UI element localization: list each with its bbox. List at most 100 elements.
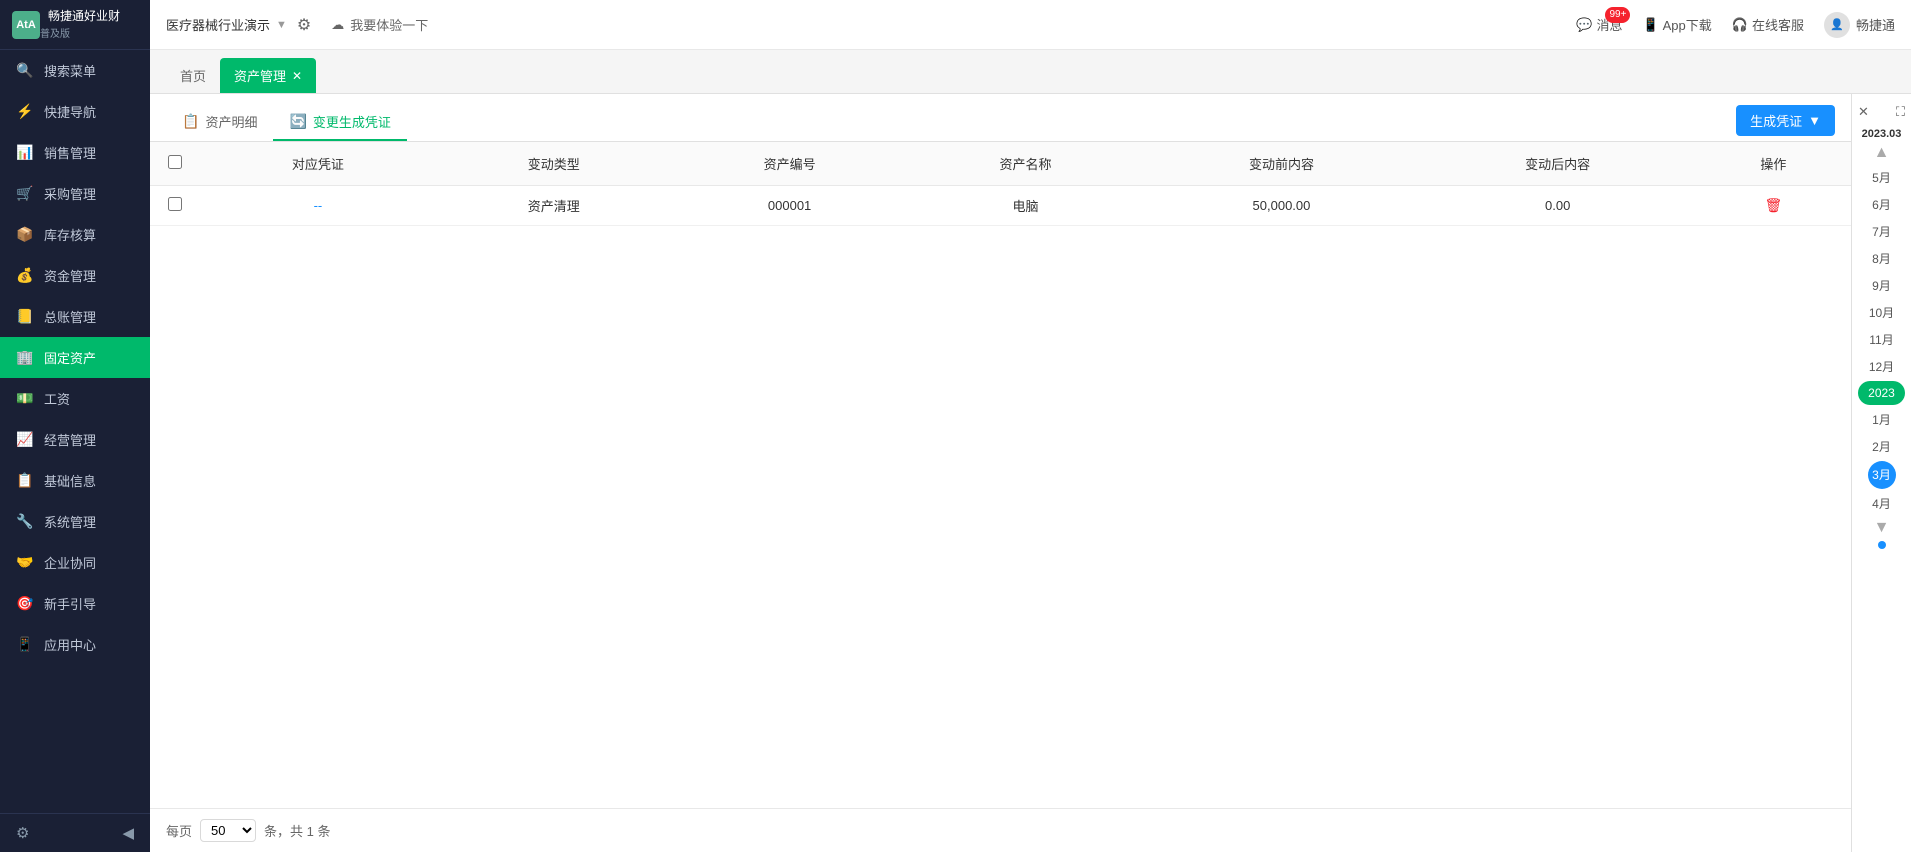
- customer-service-label: 在线客服: [1752, 15, 1804, 34]
- year-2023[interactable]: 2023: [1858, 381, 1905, 405]
- sidebar-label-operations: 经营管理: [44, 430, 96, 449]
- quick-nav-icon: ⚡: [16, 103, 34, 121]
- generate-voucher-button[interactable]: 生成凭证 ▼: [1736, 105, 1835, 136]
- scroll-up-arrow[interactable]: ▲: [1874, 142, 1890, 164]
- sidebar-label-inventory: 库存核算: [44, 225, 96, 244]
- user-menu[interactable]: 👤 畅捷通: [1824, 12, 1895, 38]
- month-4[interactable]: 4月: [1852, 490, 1911, 517]
- sidebar-logo: AtA 畅捷通好业财 普及版: [0, 0, 150, 50]
- sidebar-label-salary: 工资: [44, 389, 70, 408]
- data-table: 对应凭证 变动类型 资产编号 资产名称 变动前内容 变动后内容 操作: [150, 142, 1851, 226]
- fixed-assets-icon: 🏢: [16, 349, 34, 367]
- salary-icon: 💵: [16, 390, 34, 408]
- topbar-gear-icon[interactable]: ⚙: [297, 15, 311, 35]
- logo-icon: AtA: [12, 11, 40, 39]
- tab-home[interactable]: 首页: [166, 58, 220, 93]
- scroll-down-arrow[interactable]: ▼: [1874, 517, 1890, 539]
- sidebar-label-guide: 新手引导: [44, 594, 96, 613]
- sidebar-item-app-center[interactable]: 📱 应用中心: [0, 624, 150, 665]
- company-selector[interactable]: 医疗器械行业演示 ▼: [166, 15, 287, 34]
- sales-icon: 📊: [16, 144, 34, 162]
- sidebar-item-enterprise[interactable]: 🤝 企业协同: [0, 542, 150, 583]
- experience-cloud-icon: ☁: [331, 17, 344, 33]
- sidebar-item-basic-info[interactable]: 📋 基础信息: [0, 460, 150, 501]
- month-2[interactable]: 2月: [1852, 433, 1911, 460]
- tab-home-label: 首页: [180, 69, 206, 84]
- tabbar: 首页 资产管理 ✕: [150, 50, 1911, 94]
- sidebar-label-fixed-assets: 固定资产: [44, 348, 96, 367]
- main-content: 医疗器械行业演示 ▼ ⚙ ☁ 我要体验一下 💬 消息 99+ 📱 App下载 🎧…: [150, 0, 1911, 852]
- month-10[interactable]: 10月: [1852, 299, 1911, 326]
- year-month-label: 2023.03: [1852, 126, 1911, 142]
- customer-service-button[interactable]: 🎧 在线客服: [1732, 15, 1804, 34]
- sidebar-label-ledger: 总账管理: [44, 307, 96, 326]
- sidebar-item-salary[interactable]: 💵 工资: [0, 378, 150, 419]
- sidebar-item-search[interactable]: 🔍 搜索菜单: [0, 50, 150, 91]
- col-change-type: 变动类型: [436, 142, 672, 186]
- row-voucher[interactable]: --: [200, 186, 436, 226]
- experience-button[interactable]: ☁ 我要体验一下: [331, 15, 428, 34]
- purchase-icon: 🛒: [16, 185, 34, 203]
- month-11[interactable]: 11月: [1852, 326, 1911, 353]
- sidebar: AtA 畅捷通好业财 普及版 🔍 搜索菜单 ⚡ 快捷导航 📊 销售管理 🛒 采购…: [0, 0, 150, 852]
- sidebar-item-guide[interactable]: 🎯 新手引导: [0, 583, 150, 624]
- month-6[interactable]: 6月: [1852, 191, 1911, 218]
- app-download-icon: 📱: [1642, 17, 1658, 33]
- sidebar-item-funds[interactable]: 💰 资金管理: [0, 255, 150, 296]
- search-icon: 🔍: [16, 62, 34, 80]
- month-1[interactable]: 1月: [1852, 406, 1911, 433]
- sidebar-item-fixed-assets[interactable]: 🏢 固定资产: [0, 337, 150, 378]
- per-page-select[interactable]: 50 10 20 100: [200, 819, 256, 842]
- select-all-checkbox[interactable]: [168, 155, 182, 169]
- pagination: 每页 50 10 20 100 条，共 1 条: [150, 808, 1851, 852]
- col-voucher: 对应凭证: [200, 142, 436, 186]
- sidebar-item-inventory[interactable]: 📦 库存核算: [0, 214, 150, 255]
- logo-text-container: 畅捷通好业财 普及版: [40, 9, 120, 40]
- month-12[interactable]: 12月: [1852, 353, 1911, 380]
- sidebar-label-search: 搜索菜单: [44, 61, 96, 80]
- pagination-total: 条，共 1 条: [264, 821, 330, 840]
- tab-close-icon[interactable]: ✕: [292, 69, 302, 83]
- tab-asset-mgmt[interactable]: 资产管理 ✕: [220, 58, 316, 93]
- sidebar-label-basic-info: 基础信息: [44, 471, 96, 490]
- delete-icon[interactable]: 🗑: [1764, 197, 1782, 213]
- sidebar-label-funds: 资金管理: [44, 266, 96, 285]
- month-9[interactable]: 9月: [1852, 272, 1911, 299]
- panel-expand-icon[interactable]: ⛶: [1896, 104, 1905, 120]
- row-operation: 🗑: [1696, 186, 1851, 226]
- company-dropdown-arrow: ▼: [276, 19, 287, 31]
- notification-button[interactable]: 💬 消息 99+: [1576, 15, 1622, 34]
- sidebar-label-quick-nav: 快捷导航: [44, 102, 96, 121]
- panel-close-icon[interactable]: ✕: [1858, 104, 1869, 120]
- sidebar-item-system[interactable]: 🔧 系统管理: [0, 501, 150, 542]
- enterprise-icon: 🤝: [16, 554, 34, 572]
- app-download-button[interactable]: 📱 App下载: [1642, 15, 1711, 34]
- month-5[interactable]: 5月: [1852, 164, 1911, 191]
- col-operation: 操作: [1696, 142, 1851, 186]
- row-after-change: 0.00: [1420, 186, 1696, 226]
- topbar: 医疗器械行业演示 ▼ ⚙ ☁ 我要体验一下 💬 消息 99+ 📱 App下载 🎧…: [150, 0, 1911, 50]
- user-avatar: 👤: [1824, 12, 1850, 38]
- month-3-active[interactable]: 3月: [1868, 461, 1896, 489]
- subtab-change-voucher[interactable]: 🔄 变更生成凭证: [273, 104, 406, 141]
- collapse-icon[interactable]: ◀: [122, 824, 134, 842]
- sidebar-item-operations[interactable]: 📈 经营管理: [0, 419, 150, 460]
- month-7[interactable]: 7月: [1852, 218, 1911, 245]
- sidebar-label-enterprise: 企业协同: [44, 553, 96, 572]
- asset-detail-icon: 📋: [182, 113, 199, 130]
- settings-icon[interactable]: ⚙: [16, 824, 29, 842]
- sidebar-item-purchase[interactable]: 🛒 采购管理: [0, 173, 150, 214]
- inventory-icon: 📦: [16, 226, 34, 244]
- subtab-change-voucher-label: 变更生成凭证: [313, 112, 391, 131]
- sidebar-item-ledger[interactable]: 📒 总账管理: [0, 296, 150, 337]
- sidebar-item-quick-nav[interactable]: ⚡ 快捷导航: [0, 91, 150, 132]
- basic-info-icon: 📋: [16, 472, 34, 490]
- subtab-asset-detail[interactable]: 📋 资产明细: [166, 104, 273, 141]
- col-before-change: 变动前内容: [1143, 142, 1419, 186]
- month-8[interactable]: 8月: [1852, 245, 1911, 272]
- table-row: -- 资产清理 000001 电脑 50,000.00 0.00 🗑: [150, 186, 1851, 226]
- sidebar-nav: 🔍 搜索菜单 ⚡ 快捷导航 📊 销售管理 🛒 采购管理 📦 库存核算 💰 资金管…: [0, 50, 150, 813]
- sidebar-item-sales[interactable]: 📊 销售管理: [0, 132, 150, 173]
- right-date-panel: ✕ ⛶ 2023.03 ▲ 5月 6月 7月 8月 9月 10月 11月 12月…: [1851, 94, 1911, 852]
- row-checkbox[interactable]: [168, 197, 182, 211]
